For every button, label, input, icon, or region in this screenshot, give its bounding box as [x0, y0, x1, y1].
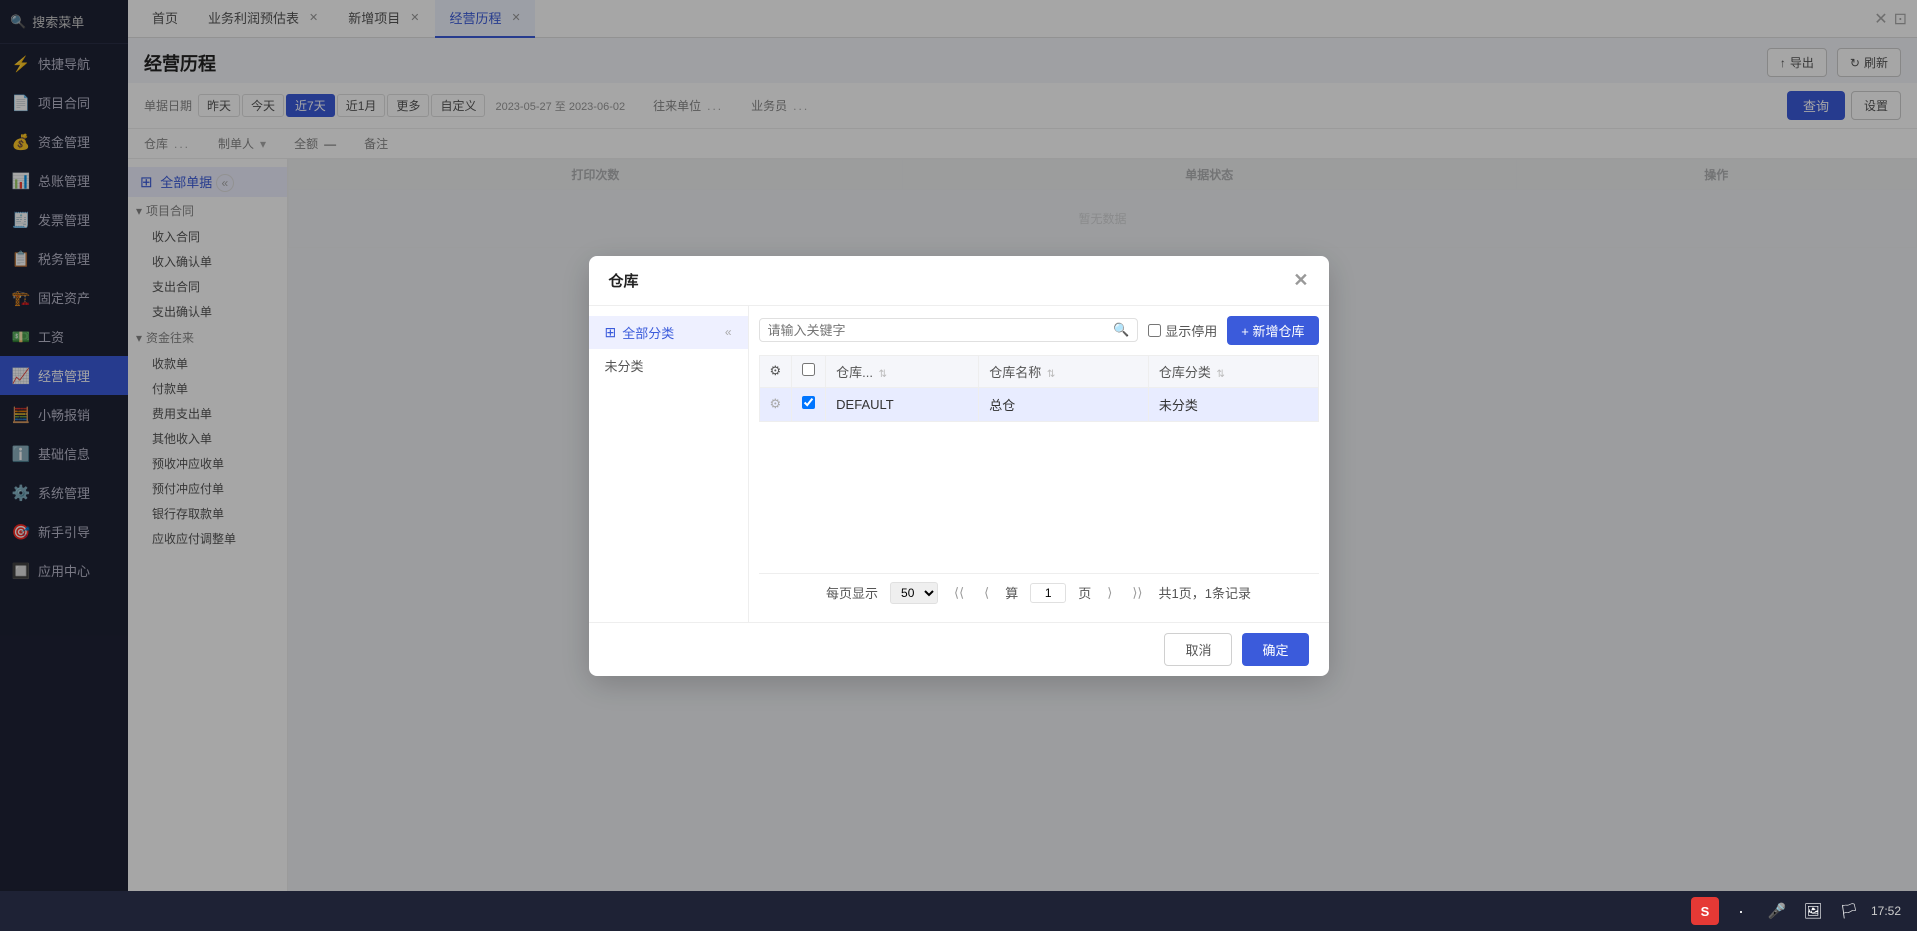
modal-per-page-select[interactable]: 50	[890, 582, 938, 604]
row-select-checkbox[interactable]	[802, 396, 815, 409]
modal-page-unit: 页	[1078, 583, 1091, 602]
modal-toolbar: 🔍 显示停用 + 新增仓库	[759, 316, 1319, 345]
modal-search-box: 🔍	[759, 318, 1139, 342]
show-disabled-checkbox-label[interactable]: 显示停用	[1148, 321, 1217, 340]
row-settings: ⚙	[759, 387, 792, 421]
modal-page-label: 算	[1005, 583, 1018, 602]
modal-overlay: 仓库 ✕ ⊞ 全部分类 « 未分类 🔍	[0, 0, 1917, 931]
modal-total-text: 共1页，1条记录	[1159, 583, 1251, 602]
row-checkbox	[792, 387, 826, 421]
settings-icon[interactable]: ⚙	[770, 363, 782, 378]
taskbar-icon-flag[interactable]: 🏳	[1835, 897, 1863, 925]
modal-right: 🔍 显示停用 + 新增仓库	[749, 306, 1329, 622]
col-settings-icon: ⚙	[759, 355, 792, 387]
col-warehouse-name: 仓库名称 ⇅	[979, 355, 1149, 387]
taskbar: S · 🎤 🖼 🏳 17:52	[0, 891, 1917, 931]
modal-table-header-row: ⚙ 仓库... ⇅ 仓库名称	[759, 355, 1318, 387]
cancel-button[interactable]: 取消	[1164, 633, 1232, 666]
taskbar-icon-pic[interactable]: 🖼	[1799, 897, 1827, 925]
modal-page-input[interactable]	[1030, 583, 1066, 603]
modal-actions: 取消 确定	[589, 622, 1329, 676]
modal-header: 仓库 ✕	[589, 256, 1329, 306]
col-select-all	[792, 355, 826, 387]
row-category: 未分类	[1148, 387, 1318, 421]
taskbar-icon-mic[interactable]: 🎤	[1763, 897, 1791, 925]
taskbar-icon-s[interactable]: S	[1691, 897, 1719, 925]
sort-icon-code[interactable]: ⇅	[879, 369, 887, 380]
taskbar-icon-dot[interactable]: ·	[1727, 897, 1755, 925]
collapse-modal-tree-btn[interactable]: «	[725, 325, 732, 339]
sort-icon-name[interactable]: ⇅	[1047, 369, 1055, 380]
modal-last-page-btn[interactable]: ⟩⟩	[1128, 585, 1146, 601]
modal-next-page-btn[interactable]: ⟩	[1103, 585, 1116, 601]
modal-per-page-label: 每页显示	[826, 583, 878, 602]
taskbar-time: 17:52	[1871, 904, 1901, 918]
modal-close-btn[interactable]: ✕	[1293, 271, 1308, 289]
modal-body: ⊞ 全部分类 « 未分类 🔍 显示停用	[589, 306, 1329, 622]
modal-table-wrap: ⚙ 仓库... ⇅ 仓库名称	[759, 355, 1319, 573]
modal-pagination: 每页显示 50 ⟨⟨ ⟨ 算 页 ⟩ ⟩⟩ 共1页，1条记录	[759, 573, 1319, 612]
sort-icon-category[interactable]: ⇅	[1217, 369, 1225, 380]
select-all-checkbox[interactable]	[802, 363, 815, 376]
modal-first-page-btn[interactable]: ⟨⟨	[950, 585, 968, 601]
col-warehouse-code: 仓库... ⇅	[826, 355, 979, 387]
modal-title: 仓库	[609, 270, 639, 291]
modal-search-input[interactable]	[768, 323, 1110, 338]
modal-table: ⚙ 仓库... ⇅ 仓库名称	[759, 355, 1319, 422]
confirm-button[interactable]: 确定	[1242, 633, 1308, 666]
row-code: DEFAULT	[826, 387, 979, 421]
row-name: 总仓	[979, 387, 1149, 421]
all-category-item[interactable]: ⊞ 全部分类 «	[589, 316, 748, 349]
col-warehouse-category: 仓库分类 ⇅	[1148, 355, 1318, 387]
modal-table-row[interactable]: ⚙ DEFAULT 总仓 未分类	[759, 387, 1318, 421]
modal-categories: ⊞ 全部分类 « 未分类	[589, 306, 749, 622]
warehouse-modal: 仓库 ✕ ⊞ 全部分类 « 未分类 🔍	[589, 256, 1329, 676]
search-icon-modal[interactable]: 🔍	[1113, 322, 1129, 338]
modal-prev-page-btn[interactable]: ⟨	[980, 585, 993, 601]
uncategorized-item[interactable]: 未分类	[589, 349, 748, 382]
add-warehouse-button[interactable]: + 新增仓库	[1227, 316, 1318, 345]
row-settings-icon[interactable]: ⚙	[770, 396, 782, 411]
show-disabled-checkbox[interactable]	[1148, 324, 1161, 337]
grid-icon-modal: ⊞	[605, 324, 617, 341]
